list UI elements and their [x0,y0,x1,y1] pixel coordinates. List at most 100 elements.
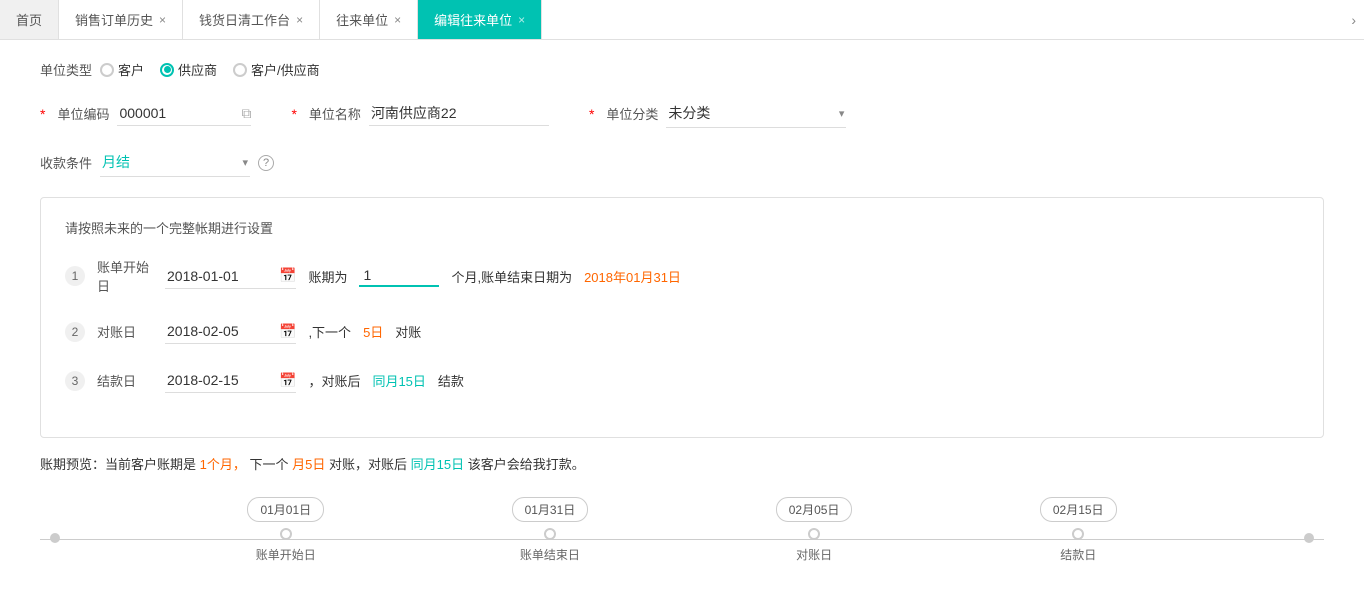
payment-label: 收款条件 [40,153,92,172]
settlement-row-2: 2 对账日 📅 ,下一个 5日 对账 [65,319,1299,344]
timeline-items: 01月01日 账单开始日 01月31日 账单结束日 02月05日 对账日 02月… [50,497,1314,563]
period-end-date: 2018年01月31日 [584,267,681,286]
unit-type-radio-group: 客户 供应商 客户/供应商 [100,60,320,79]
timeline-sub-2: 账单结束日 [520,546,580,563]
reconcile-suffix: 对账 [395,322,421,341]
close-edit-partner-icon[interactable]: × [518,13,525,27]
timeline-sub-3: 对账日 [796,546,832,563]
preview-highlight1: 1个月， [200,457,246,472]
category-required: * [589,106,594,122]
unit-code-input[interactable] [117,101,237,125]
timeline-start-end [50,533,60,543]
preview-middle1: 下一个 [250,457,289,472]
code-required: * [40,106,45,122]
close-sales-history-icon[interactable]: × [159,13,166,27]
unit-code-field: ⧉ [117,101,251,126]
radio-supplier-dot [164,66,171,73]
payment-row: 收款条件 月结 ▾ ? [40,148,1324,177]
reconcile-highlight: 5日 [363,322,383,341]
payment-highlight: 同月15日 [372,371,425,390]
timeline-label-2: 01月31日 [512,497,589,522]
preview-highlight3: 同月15日 [411,457,464,472]
close-cash-work-icon[interactable]: × [296,13,303,27]
period-input[interactable] [359,265,439,287]
tab-sales-history-label: 销售订单历史 [75,10,153,29]
row-label-2: 对账日 [97,322,153,341]
timeline-item-1: 01月01日 账单开始日 [247,497,324,563]
settlement-row-3: 3 结款日 📅 ，对账后 同月15日 结款 [65,368,1299,393]
tab-bar: 首页 销售订单历史 × 钱货日清工作台 × 往来单位 × 编辑往来单位 × › [0,0,1364,40]
payment-date-calendar-icon[interactable]: 📅 [279,372,296,389]
row-label-1: 账单开始日 [97,257,153,295]
radio-both-label: 客户/供应商 [251,60,320,79]
payment-chevron-icon: ▾ [242,156,248,169]
payment-suffix: 结款 [438,371,464,390]
reconcile-date-input[interactable] [165,319,275,343]
unit-type-row: 单位类型 客户 供应商 客户/供应商 [40,60,1324,79]
payment-date-input[interactable] [165,368,275,392]
timeline-start-dot [50,533,60,543]
preview-highlight2: 月5日 [292,457,325,472]
category-chevron-icon: ▾ [839,107,845,120]
preview-middle2: 对账，对账后 [329,457,407,472]
timeline-line [40,539,1324,540]
timeline-item-3: 02月05日 对账日 [776,497,853,563]
payment-help-icon[interactable]: ? [258,155,274,171]
name-required: * [291,106,296,122]
reconcile-date-calendar-icon[interactable]: 📅 [279,323,296,340]
tab-arrow-icon[interactable]: › [1343,0,1364,39]
start-date-input[interactable] [165,264,275,288]
radio-supplier-label: 供应商 [178,60,217,79]
reconcile-prefix: ,下一个 [308,322,351,341]
timeline-item-2: 01月31日 账单结束日 [512,497,589,563]
radio-supplier[interactable]: 供应商 [160,60,217,79]
start-date-calendar-icon[interactable]: 📅 [279,267,296,284]
tab-partner-unit[interactable]: 往来单位 × [320,0,418,39]
tab-partner-unit-label: 往来单位 [336,10,388,29]
settlement-box: 请按照未来的一个完整帐期进行设置 1 账单开始日 📅 账期为 个月,账单结束日期… [40,197,1324,438]
tab-edit-partner-label: 编辑往来单位 [434,10,512,29]
radio-customer-circle [100,63,114,77]
preview-suffix: 该客户会给我打款。 [468,457,585,472]
tab-cash-work-label: 钱货日清工作台 [199,10,290,29]
timeline-end-dot [1304,533,1314,543]
tab-home[interactable]: 首页 [0,0,59,39]
timeline-item-4: 02月15日 结款日 [1040,497,1117,563]
preview-text: 账期预览：当前客户账期是 1个月， 下一个 月5日 对账，对账后 同月15日 该… [40,454,1324,473]
payment-select[interactable]: 月结 ▾ [100,148,250,177]
preview-prefix: 账期预览：当前客户账期是 [40,457,196,472]
settlement-row-1: 1 账单开始日 📅 账期为 个月,账单结束日期为 2018年01月31日 [65,257,1299,295]
timeline-container: 01月01日 账单开始日 01月31日 账单结束日 02月05日 对账日 02月… [40,497,1324,563]
unit-name-label: 单位名称 [309,104,361,123]
close-partner-unit-icon[interactable]: × [394,13,401,27]
radio-customer-label: 客户 [118,60,144,79]
unit-category-label: 单位分类 [606,104,658,123]
unit-category-select[interactable]: 未分类 ▾ [666,99,846,128]
main-content: 单位类型 客户 供应商 客户/供应商 * 单位编码 [0,40,1364,608]
unit-code-copy-icon[interactable]: ⧉ [241,105,251,122]
payment-date-field: 📅 [165,368,296,393]
tab-home-label: 首页 [16,10,42,29]
start-date-field: 📅 [165,264,296,289]
radio-customer[interactable]: 客户 [100,60,144,79]
payment-prefix: ，对账后 [308,371,360,390]
timeline-end [1304,533,1314,543]
unit-info-row: * 单位编码 ⧉ * 单位名称 * 单位分类 未分类 ▾ [40,99,1324,128]
row-label-3: 结款日 [97,371,153,390]
unit-name-input[interactable] [369,101,549,126]
radio-both-circle [233,63,247,77]
tab-sales-history[interactable]: 销售订单历史 × [59,0,183,39]
tab-cash-work[interactable]: 钱货日清工作台 × [183,0,320,39]
period-prefix: 账期为 [308,267,347,286]
timeline-label-1: 01月01日 [247,497,324,522]
unit-type-label: 单位类型 [40,60,92,79]
timeline-label-4: 02月15日 [1040,497,1117,522]
radio-both[interactable]: 客户/供应商 [233,60,320,79]
row-num-2: 2 [65,322,85,342]
timeline-sub-4: 结款日 [1060,546,1096,563]
payment-value: 月结 [102,152,238,172]
row-num-1: 1 [65,266,85,286]
tab-edit-partner[interactable]: 编辑往来单位 × [418,0,542,39]
unit-code-label: 单位编码 [57,104,109,123]
unit-category-value: 未分类 [668,103,834,123]
